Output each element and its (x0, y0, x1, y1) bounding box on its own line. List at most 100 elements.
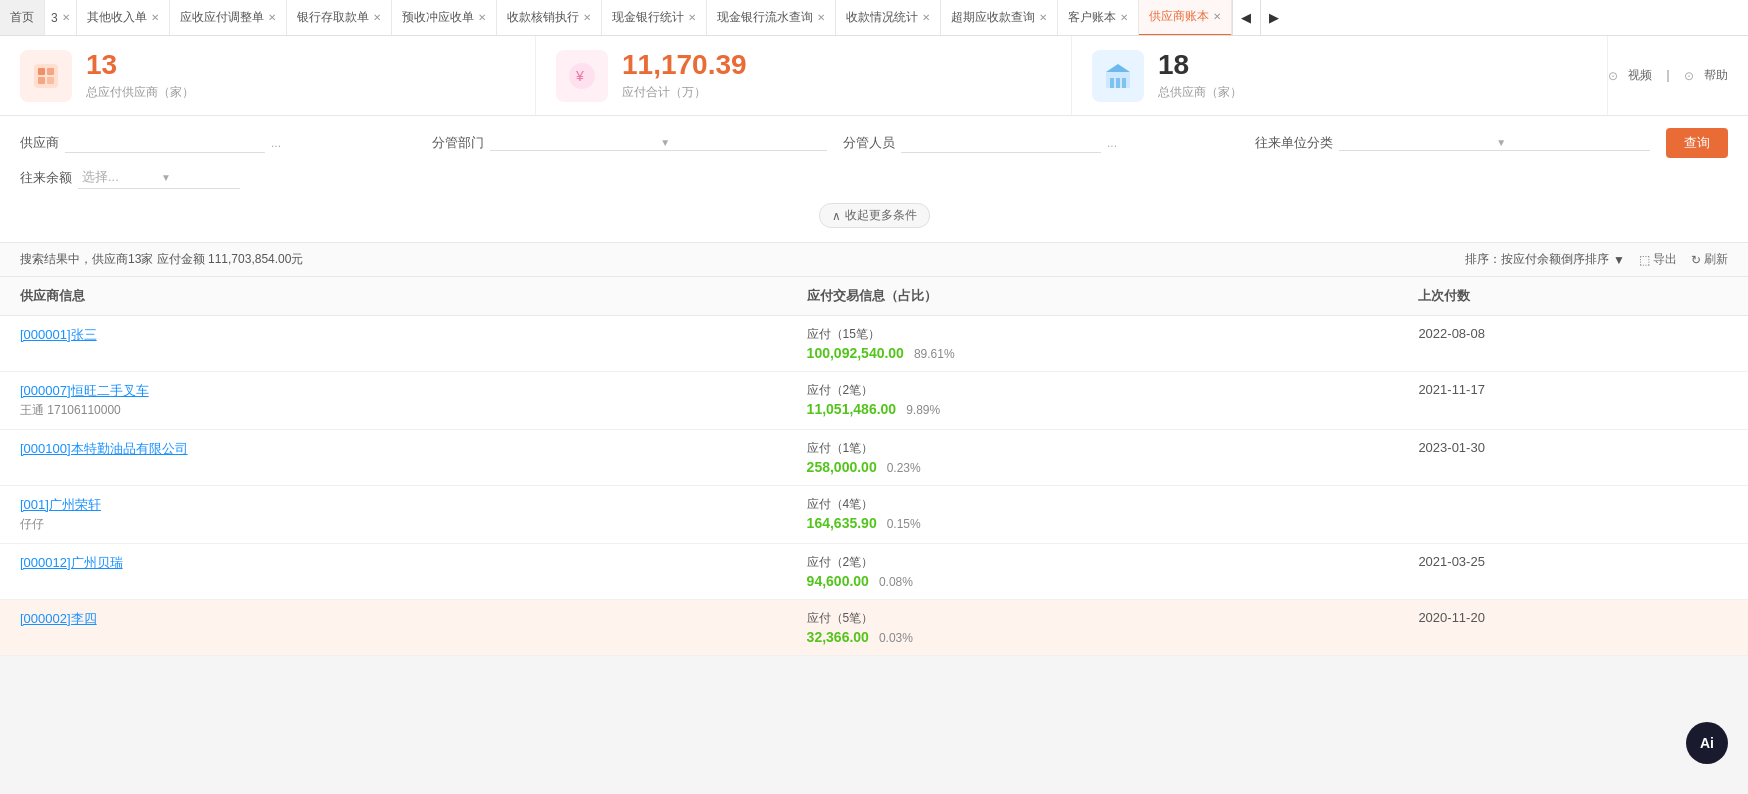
nav-tab-prepay-ar[interactable]: 预收冲应收单 ✕ (392, 0, 497, 36)
pay-label: 应付（1笔） (807, 440, 1379, 457)
dept-select[interactable]: ▼ (490, 135, 828, 151)
filter-row-2: 往来余额 选择... ▼ (20, 166, 1728, 189)
close-collection-exec[interactable]: ✕ (583, 12, 591, 23)
close-customer-ledger[interactable]: ✕ (1120, 12, 1128, 23)
nav-tab-ar-ap-adjust[interactable]: 应收应付调整单 ✕ (170, 0, 287, 36)
nav-tab-supplier-ledger-label: 供应商账本 (1149, 8, 1209, 25)
suppliers-label: 总应付供应商（家） (86, 84, 194, 101)
pay-amount: 94,600.00 (807, 573, 869, 589)
supplier-link[interactable]: [000012]广州贝瑞 (20, 555, 123, 570)
table-wrapper: 供应商信息 应付交易信息（占比） 上次付数 [000001]张三 应付（15笔）1… (0, 277, 1748, 656)
help-link[interactable]: 帮助 (1704, 67, 1728, 84)
close-collection-stat[interactable]: ✕ (922, 12, 930, 23)
close-cash-bank-flow[interactable]: ✕ (817, 12, 825, 23)
table-header-row: 供应商信息 应付交易信息（占比） 上次付数 (0, 277, 1748, 316)
nav-tab-3[interactable]: 3 ✕ (45, 0, 77, 36)
supplier-table: 供应商信息 应付交易信息（占比） 上次付数 [000001]张三 应付（15笔）1… (0, 277, 1748, 656)
result-bar: 搜索结果中，供应商13家 应付金额 111,703,854.00元 排序：按应付… (0, 243, 1748, 277)
summary-info-total-suppliers: 18 总供应商（家） (1158, 50, 1242, 102)
collapse-button[interactable]: ∧ 收起更多条件 (819, 203, 930, 228)
circle-icon2: ⊙ (1684, 69, 1694, 83)
supplier-label: 供应商 (20, 134, 59, 152)
close-bank-deposit[interactable]: ✕ (373, 12, 381, 23)
close-cash-bank-stat[interactable]: ✕ (688, 12, 696, 23)
pay-info-cell: 应付（5笔）32,366.000.03% (787, 600, 1399, 656)
export-button[interactable]: ⬚ 导出 (1639, 251, 1677, 268)
close-tab-3[interactable]: ✕ (62, 12, 70, 23)
balance-select[interactable]: 选择... ▼ (78, 166, 240, 189)
pay-amount: 32,366.00 (807, 629, 869, 645)
supplier-link[interactable]: [000001]张三 (20, 327, 97, 342)
supplier-dots: ... (271, 136, 281, 150)
supplier-info-cell: [001]广州荣轩仔仔 (0, 486, 787, 544)
category-select[interactable]: ▼ (1339, 135, 1651, 151)
pay-info-cell: 应付（1笔）258,000.000.23% (787, 430, 1399, 486)
summary-links: ⊙ 视频 ｜ ⊙ 帮助 (1608, 67, 1748, 84)
close-ar-ap-adjust[interactable]: ✕ (268, 12, 276, 23)
nav-tab-home[interactable]: 首页 (0, 0, 45, 36)
supplier-info-cell: [000007]恒旺二手叉车王通 17106110000 (0, 372, 787, 430)
nav-next-button[interactable]: ▶ (1260, 0, 1288, 36)
svg-rect-1 (38, 68, 45, 75)
nav-tab-collection-stat-label: 收款情况统计 (846, 9, 918, 26)
table-row: [000012]广州贝瑞应付（2笔）94,600.000.08%2021-03-… (0, 544, 1748, 600)
last-pay-cell (1398, 486, 1748, 544)
nav-tab-supplier-ledger[interactable]: 供应商账本 ✕ (1139, 0, 1232, 36)
export-icon: ⬚ (1639, 253, 1650, 267)
nav-tab-bank-deposit-label: 银行存取款单 (297, 9, 369, 26)
search-button[interactable]: 查询 (1666, 128, 1728, 158)
nav-tab-prepay-ar-label: 预收冲应收单 (402, 9, 474, 26)
supplier-link[interactable]: [001]广州荣轩 (20, 497, 101, 512)
table-row: [000100]本特勤油品有限公司应付（1笔）258,000.000.23%20… (0, 430, 1748, 486)
category-arrow-icon: ▼ (1496, 137, 1646, 148)
table-row: [000001]张三应付（15笔）100,092,540.0089.61%202… (0, 316, 1748, 372)
table-row: [000002]李四应付（5笔）32,366.000.03%2020-11-20 (0, 600, 1748, 656)
nav-tab-cash-bank-flow[interactable]: 现金银行流水查询 ✕ (707, 0, 836, 36)
svg-text:¥: ¥ (575, 68, 584, 84)
refresh-label: 刷新 (1704, 251, 1728, 268)
svg-rect-8 (1110, 78, 1114, 88)
nav-tab-other-income[interactable]: 其他收入单 ✕ (77, 0, 170, 36)
close-supplier-ledger[interactable]: ✕ (1213, 11, 1221, 22)
refresh-icon: ↻ (1691, 253, 1701, 267)
refresh-button[interactable]: ↻ 刷新 (1691, 251, 1728, 268)
video-link[interactable]: 视频 (1628, 67, 1652, 84)
total-suppliers-label: 总供应商（家） (1158, 84, 1242, 101)
category-filter: 往来单位分类 ▼ (1255, 134, 1651, 152)
dept-label: 分管部门 (432, 134, 484, 152)
nav-tab-ar-ap-adjust-label: 应收应付调整单 (180, 9, 264, 26)
nav-tab-collection-stat[interactable]: 收款情况统计 ✕ (836, 0, 941, 36)
supplier-link[interactable]: [000002]李四 (20, 611, 97, 626)
supplier-input[interactable] (65, 133, 265, 153)
sort-label: 排序：按应付余额倒序排序 (1465, 251, 1609, 268)
person-dots: ... (1107, 136, 1117, 150)
nav-tab-overdue-ar[interactable]: 超期应收款查询 ✕ (941, 0, 1058, 36)
sort-control[interactable]: 排序：按应付余额倒序排序 ▼ (1465, 251, 1625, 268)
nav-tab-cash-bank-stat-label: 现金银行统计 (612, 9, 684, 26)
circle-icon: ⊙ (1608, 69, 1618, 83)
svg-rect-2 (47, 68, 54, 75)
pay-label: 应付（2笔） (807, 382, 1379, 399)
nav-tab-collection-exec[interactable]: 收款核销执行 ✕ (497, 0, 602, 36)
nav-tab-customer-ledger[interactable]: 客户账本 ✕ (1058, 0, 1139, 36)
pay-percent: 89.61% (914, 347, 955, 361)
pay-label: 应付（15笔） (807, 326, 1379, 343)
svg-marker-11 (1106, 64, 1130, 72)
supplier-link[interactable]: [000100]本特勤油品有限公司 (20, 441, 188, 456)
payable-icon: ¥ (556, 50, 608, 102)
pay-info-cell: 应付（15笔）100,092,540.0089.61% (787, 316, 1399, 372)
payable-value: 11,170.39 (622, 50, 747, 81)
supplier-icon (20, 50, 72, 102)
close-overdue-ar[interactable]: ✕ (1039, 12, 1047, 23)
close-prepay-ar[interactable]: ✕ (478, 12, 486, 23)
pay-info-cell: 应付（2笔）94,600.000.08% (787, 544, 1399, 600)
supplier-link[interactable]: [000007]恒旺二手叉车 (20, 383, 149, 398)
nav-tab-bank-deposit[interactable]: 银行存取款单 ✕ (287, 0, 392, 36)
balance-placeholder: 选择... (82, 168, 157, 186)
nav-prev-button[interactable]: ◀ (1232, 0, 1260, 36)
pay-percent: 0.03% (879, 631, 913, 645)
close-other-income[interactable]: ✕ (151, 12, 159, 23)
nav-tab-cash-bank-stat[interactable]: 现金银行统计 ✕ (602, 0, 707, 36)
col-supplier-info: 供应商信息 (0, 277, 787, 316)
person-input[interactable] (901, 133, 1101, 153)
